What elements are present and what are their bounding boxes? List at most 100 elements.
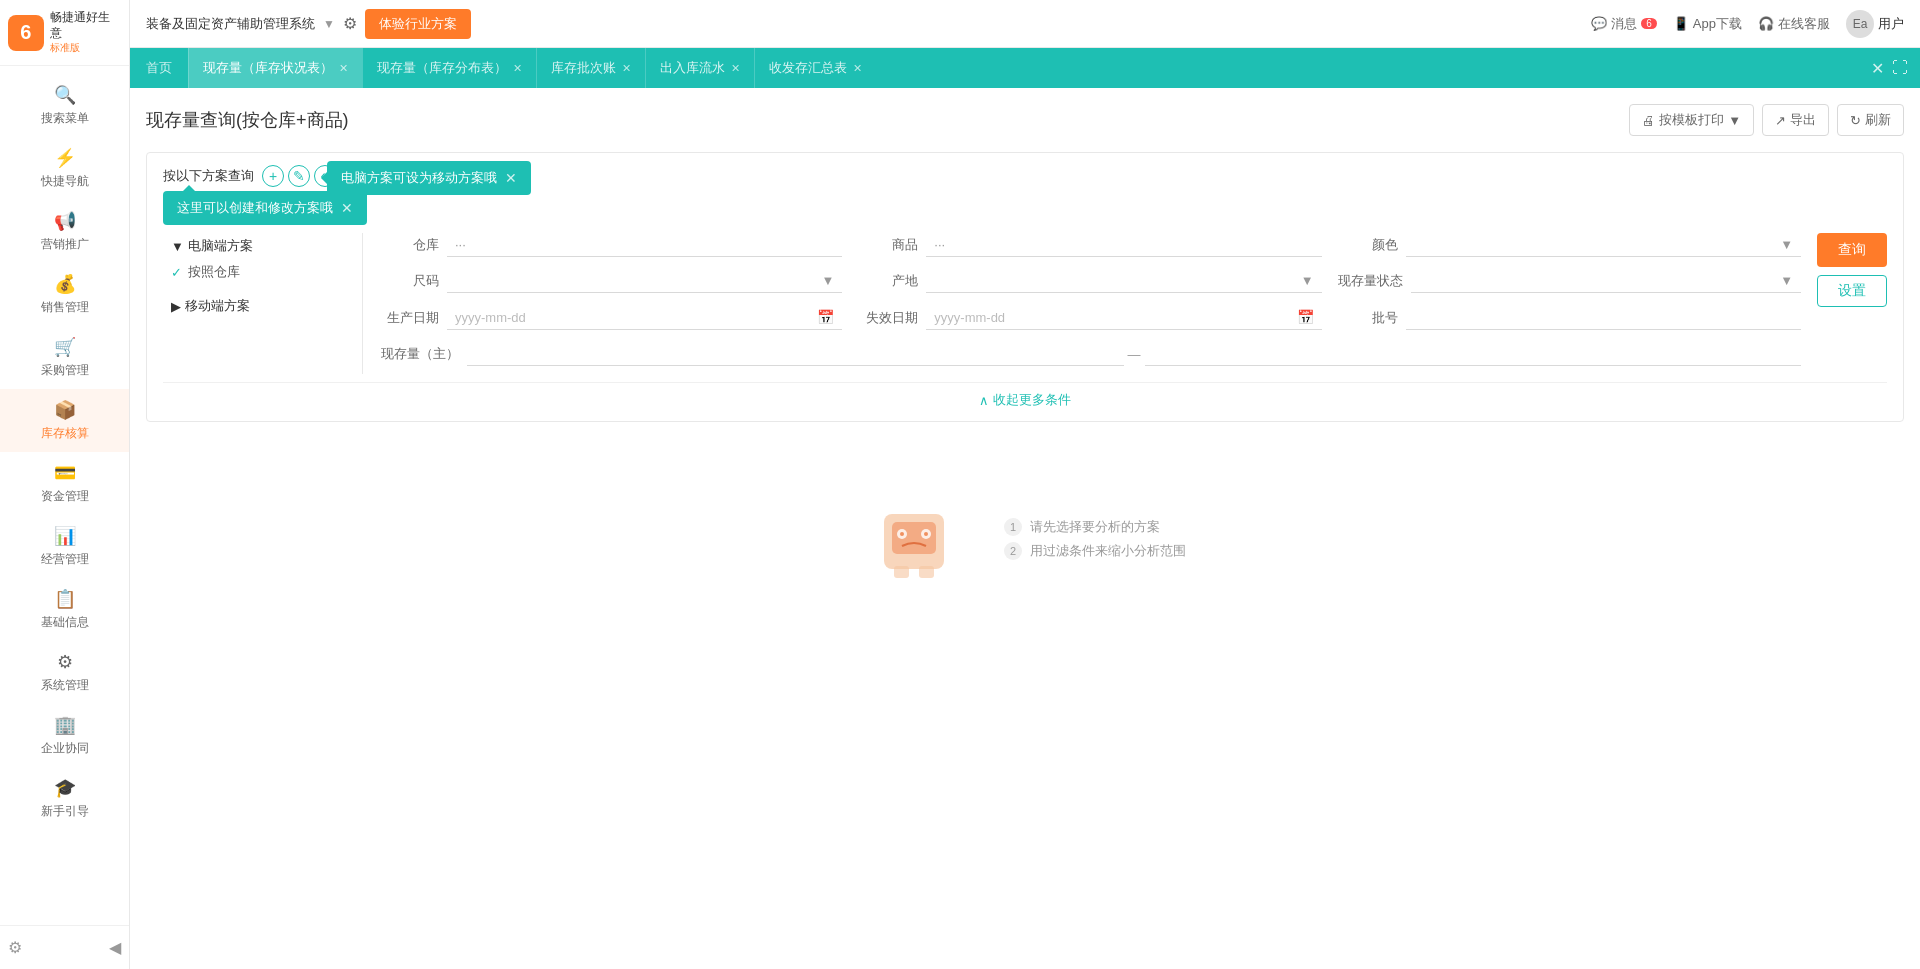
color-label: 颜色 <box>1338 236 1398 254</box>
production-date-placeholder: yyyy-mm-dd <box>455 310 526 325</box>
app-download-btn[interactable]: 📱 App下载 <box>1673 15 1742 33</box>
tab-close-all-btn[interactable]: ✕ <box>1871 59 1884 78</box>
newbie-icon: 🎓 <box>54 777 76 799</box>
tab-in-out-flow-close[interactable]: ✕ <box>731 62 740 75</box>
inventory-status-select[interactable]: ▼ <box>1411 269 1801 293</box>
range-to-input[interactable] <box>1145 342 1802 366</box>
scheme-item-warehouse[interactable]: ✓ 按照仓库 <box>163 259 350 285</box>
sidebar-item-marketing[interactable]: 📢 营销推广 <box>0 200 129 263</box>
expiry-date-input[interactable]: yyyy-mm-dd 📅 <box>926 305 1321 330</box>
tab-actions: ✕ ⛶ <box>1859 48 1920 88</box>
content-area: 现存量查询(按仓库+商品) 🖨 按模板打印 ▼ ↗ 导出 ↻ 刷新 <box>130 88 1920 969</box>
inventory-qty-label: 现存量（主） <box>379 345 459 363</box>
sidebar-item-sales-label: 销售管理 <box>41 299 89 316</box>
sidebar: 6 畅捷通好生意 标准版 🔍 搜索菜单 ⚡ 快捷导航 📢 营销推广 💰 销售管理… <box>0 0 130 969</box>
refresh-label: 刷新 <box>1865 111 1891 129</box>
page-title-bar: 现存量查询(按仓库+商品) 🖨 按模板打印 ▼ ↗ 导出 ↻ 刷新 <box>146 104 1904 136</box>
chevron-up-icon: ∧ <box>979 393 989 408</box>
online-support-btn[interactable]: 🎧 在线客服 <box>1758 15 1830 33</box>
tooltip1-close-btn[interactable]: ✕ <box>505 170 517 186</box>
field-production-date: 生产日期 yyyy-mm-dd 📅 <box>379 305 842 330</box>
tab-inventory-dist-close[interactable]: ✕ <box>513 62 522 75</box>
svg-rect-6 <box>894 566 909 578</box>
tab-home-label: 首页 <box>146 59 172 77</box>
sidebar-item-enterprise-label: 企业协同 <box>41 740 89 757</box>
filter-row-4: 现存量（主） — <box>379 342 1801 366</box>
sidebar-item-operations[interactable]: 📊 经营管理 <box>0 515 129 578</box>
message-badge: 6 <box>1641 18 1657 29</box>
sidebar-item-finance-label: 资金管理 <box>41 488 89 505</box>
sidebar-item-newbie[interactable]: 🎓 新手引导 <box>0 767 129 830</box>
sidebar-item-search-label: 搜索菜单 <box>41 110 89 127</box>
filter-row-2: 尺码 ▼ 产地 ▼ <box>379 269 1801 293</box>
system-dropdown-btn[interactable]: ▼ <box>323 17 335 31</box>
mobile-scheme-label: 移动端方案 <box>185 297 250 315</box>
tab-inventory-dist[interactable]: 现存量（库存分布表） ✕ <box>362 48 536 88</box>
tab-home[interactable]: 首页 <box>130 48 188 88</box>
warehouse-select[interactable]: ··· <box>447 233 842 257</box>
settings-btn[interactable]: 设置 <box>1817 275 1887 307</box>
export-btn[interactable]: ↗ 导出 <box>1762 104 1829 136</box>
message-btn[interactable]: 💬 消息 6 <box>1591 15 1657 33</box>
user-label: 用户 <box>1878 15 1904 33</box>
refresh-btn[interactable]: ↻ 刷新 <box>1837 104 1904 136</box>
tab-in-out-flow[interactable]: 出入库流水 ✕ <box>645 48 754 88</box>
tab-fullscreen-btn[interactable]: ⛶ <box>1892 59 1908 77</box>
collapse-bar[interactable]: ∧ 收起更多条件 <box>163 382 1887 417</box>
sidebar-item-system-label: 系统管理 <box>41 677 89 694</box>
size-chevron: ▼ <box>821 273 834 288</box>
inventory-qty-range: — <box>467 342 1801 366</box>
production-date-input[interactable]: yyyy-mm-dd 📅 <box>447 305 842 330</box>
print-label: 按模板打印 <box>1659 111 1724 129</box>
sidebar-item-basicinfo[interactable]: 📋 基础信息 <box>0 578 129 641</box>
batch-no-input[interactable] <box>1406 306 1801 330</box>
range-from-input[interactable] <box>467 342 1124 366</box>
tab-inventory-status[interactable]: 现存量（库存状况表） ✕ <box>188 48 362 88</box>
tab-batch-ledger-close[interactable]: ✕ <box>622 62 631 75</box>
settings-gear-btn[interactable]: ⚙ <box>343 14 357 33</box>
headset-icon: 🎧 <box>1758 16 1774 31</box>
tooltip-create-scheme: 这里可以创建和修改方案哦 ✕ <box>163 191 367 225</box>
sidebar-item-quicknav[interactable]: ⚡ 快捷导航 <box>0 137 129 200</box>
scheme-item-label: 按照仓库 <box>188 263 240 281</box>
purchase-icon: 🛒 <box>54 336 76 358</box>
logo-area: 6 畅捷通好生意 标准版 <box>0 0 129 66</box>
color-select[interactable]: ▼ <box>1406 233 1801 257</box>
tooltip2-close-btn[interactable]: ✕ <box>341 200 353 216</box>
field-batch-no: 批号 <box>1338 306 1801 330</box>
add-scheme-btn[interactable]: + <box>262 165 284 187</box>
industry-btn[interactable]: 体验行业方案 <box>365 9 471 39</box>
empty-step-2: 2 用过滤条件来缩小分析范围 <box>1004 542 1186 560</box>
marketing-icon: 📢 <box>54 210 76 232</box>
print-btn[interactable]: 🖨 按模板打印 ▼ <box>1629 104 1754 136</box>
origin-select[interactable]: ▼ <box>926 269 1321 293</box>
tab-receive-send[interactable]: 收发存汇总表 ✕ <box>754 48 876 88</box>
settings-bottom-btn[interactable]: ⚙ <box>8 938 22 957</box>
tab-inventory-status-close[interactable]: ✕ <box>339 62 348 75</box>
sidebar-item-enterprise[interactable]: 🏢 企业协同 <box>0 704 129 767</box>
size-select[interactable]: ▼ <box>447 269 842 293</box>
edit-scheme-btn[interactable]: ✎ <box>288 165 310 187</box>
desktop-scheme-arrow: ▼ <box>171 239 184 254</box>
query-btn[interactable]: 查询 <box>1817 233 1887 267</box>
user-area[interactable]: Ea 用户 <box>1846 10 1904 38</box>
tab-receive-send-close[interactable]: ✕ <box>853 62 862 75</box>
origin-label: 产地 <box>858 272 918 290</box>
system-icon: ⚙ <box>57 651 73 673</box>
sidebar-item-search[interactable]: 🔍 搜索菜单 <box>0 74 129 137</box>
sidebar-item-finance[interactable]: 💳 资金管理 <box>0 452 129 515</box>
inventory-status-chevron: ▼ <box>1780 273 1793 288</box>
sidebar-item-sales[interactable]: 💰 销售管理 <box>0 263 129 326</box>
filter-label: 按以下方案查询 <box>163 167 254 185</box>
search-nav-icon: 🔍 <box>54 84 76 106</box>
sidebar-item-inventory[interactable]: 📦 库存核算 <box>0 389 129 452</box>
sidebar-item-system[interactable]: ⚙ 系统管理 <box>0 641 129 704</box>
filter-header: 按以下方案查询 + ✎ « 电脑方案可设为移动方案哦 ✕ <box>163 165 1887 187</box>
robot-svg <box>864 494 964 584</box>
collapse-sidebar-btn[interactable]: ◀ <box>109 938 121 957</box>
goods-select[interactable]: ··· <box>926 233 1321 257</box>
field-origin: 产地 ▼ <box>858 269 1321 293</box>
sidebar-item-purchase[interactable]: 🛒 采购管理 <box>0 326 129 389</box>
tab-batch-ledger[interactable]: 库存批次账 ✕ <box>536 48 645 88</box>
page-title: 现存量查询(按仓库+商品) <box>146 108 349 132</box>
